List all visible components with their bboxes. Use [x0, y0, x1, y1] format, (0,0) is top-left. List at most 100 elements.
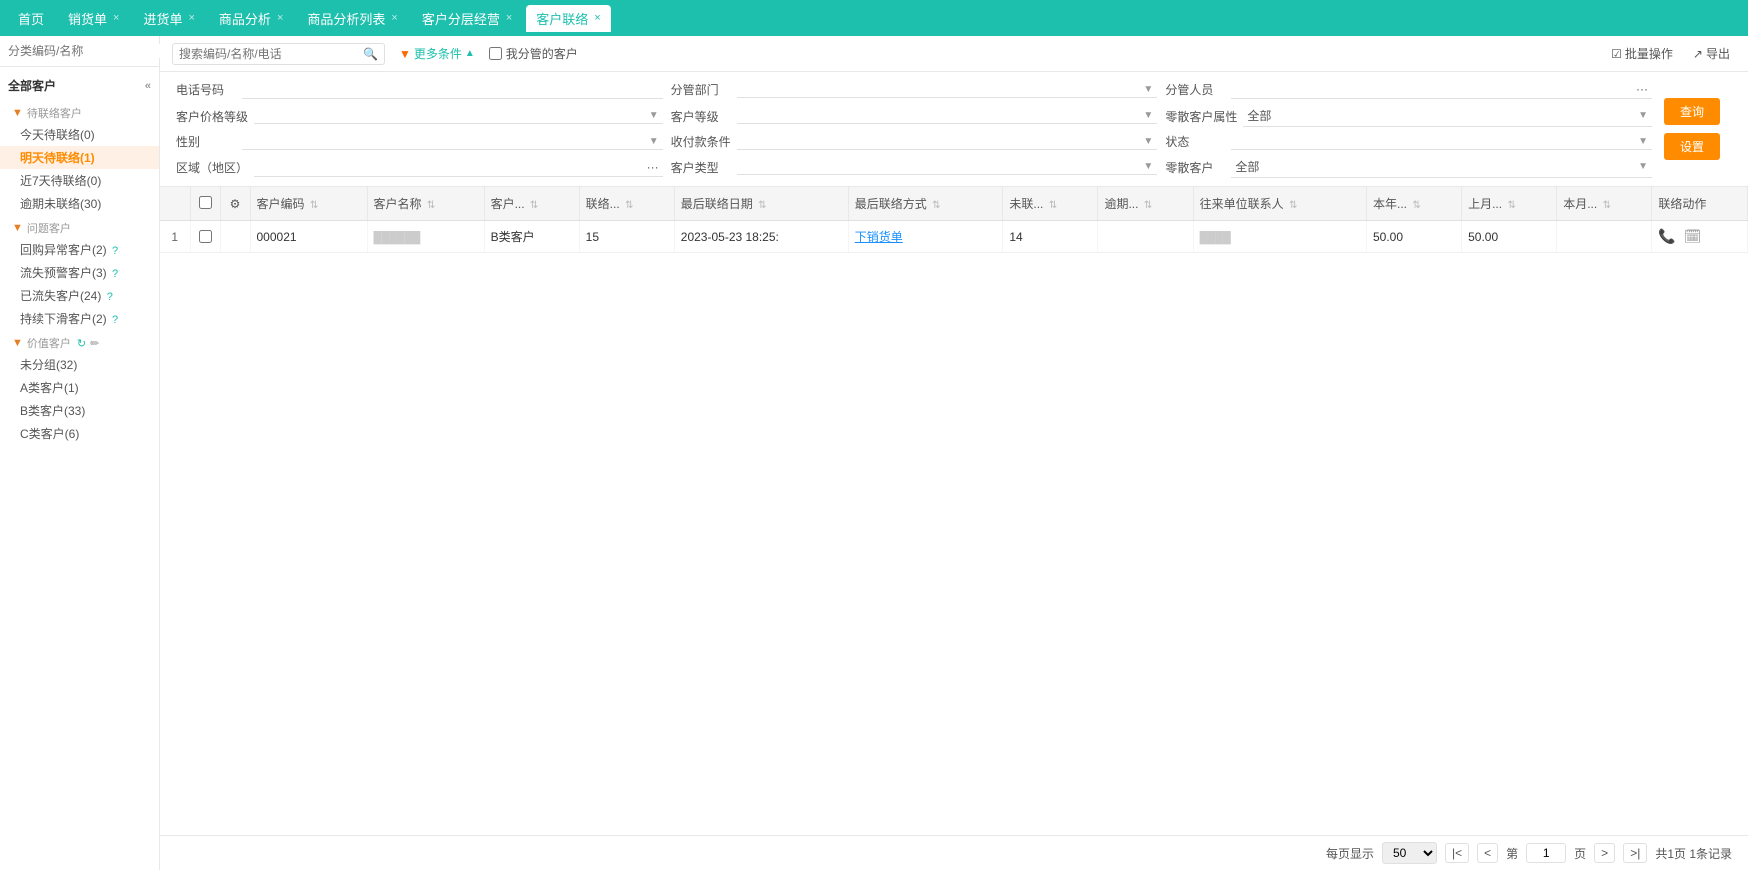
- sidebar-value-group: ▼ 价值客户 ↻ ✏: [0, 330, 159, 353]
- sidebar-declining[interactable]: 持续下滑客户(2) ?: [0, 307, 159, 330]
- col-this-month[interactable]: 本月... ⇅: [1557, 187, 1652, 221]
- main-layout: 🔍 全部客户 « ▼ 待联络客户 今天待联络(0) 明天待联络(1) 近7天待联…: [0, 36, 1748, 870]
- filter-retail-customer-select[interactable]: 全部 ▼: [1231, 156, 1652, 178]
- sidebar-churned[interactable]: 已流失客户(24) ?: [0, 284, 159, 307]
- filter-phone-input[interactable]: [242, 80, 663, 99]
- col-customer-type[interactable]: 客户... ⇅: [484, 187, 579, 221]
- sort-code-icon: ⇅: [310, 200, 318, 211]
- region-more-icon[interactable]: ···: [647, 160, 659, 174]
- call-icon[interactable]: 📞: [1658, 228, 1675, 245]
- nav-close-analysis[interactable]: ×: [277, 12, 283, 24]
- per-page-select[interactable]: 50 100 200: [1382, 842, 1437, 864]
- sidebar-today-contact[interactable]: 今天待联络(0): [0, 123, 159, 146]
- search-icon[interactable]: 🔍: [363, 47, 378, 61]
- filter-region: 区域（地区） ···: [176, 158, 663, 177]
- toolbar-right: ☑ 批量操作 ↗ 导出: [1605, 42, 1736, 65]
- search-input[interactable]: [179, 47, 359, 61]
- filter-price-level-select[interactable]: ▼: [254, 108, 663, 124]
- sort-method-icon: ⇅: [932, 200, 940, 211]
- filter-region-input[interactable]: ···: [254, 158, 663, 177]
- filter-panel: 电话号码 分管部门 ▼ 分管人员: [160, 72, 1748, 187]
- col-no-contact[interactable]: 未联... ⇅: [1003, 187, 1098, 221]
- sidebar-7days-contact[interactable]: 近7天待联络(0): [0, 169, 159, 192]
- nav-customer-contact[interactable]: 客户联络 ×: [526, 5, 610, 32]
- nav-close-sales[interactable]: ×: [113, 12, 119, 24]
- filter-customer-type: 客户类型 ▼: [671, 159, 1158, 176]
- col-contact-count[interactable]: 联络... ⇅: [579, 187, 674, 221]
- nav-home[interactable]: 首页: [8, 5, 54, 32]
- search-wrap: 🔍: [172, 43, 385, 65]
- col-gear[interactable]: ⚙: [220, 187, 250, 221]
- col-action: 联络动作: [1652, 187, 1748, 221]
- page-input[interactable]: [1526, 843, 1566, 863]
- nav-sales-order[interactable]: 销货单 ×: [58, 5, 129, 32]
- filter-gender-select[interactable]: ▼: [242, 134, 663, 150]
- nav-close-contact[interactable]: ×: [594, 12, 600, 24]
- sidebar-a-class[interactable]: A类客户(1): [0, 376, 159, 399]
- cell-gear[interactable]: [220, 221, 250, 253]
- col-last-month[interactable]: 上月... ⇅: [1462, 187, 1557, 221]
- sort-no-contact-icon: ⇅: [1049, 200, 1057, 211]
- sidebar-tomorrow-contact[interactable]: 明天待联络(1): [0, 146, 159, 169]
- customer-table: ⚙ 客户编码 ⇅ 客户名称 ⇅ 客户... ⇅: [160, 187, 1748, 253]
- filter-retail-attr-select[interactable]: 全部 ▼: [1243, 105, 1652, 127]
- query-button[interactable]: 查询: [1664, 98, 1720, 125]
- content-area: 🔍 ▼ 更多条件 ▲ 我分管的客户 ☑ 批量操作 ↗ 导出: [160, 36, 1748, 870]
- sidebar-b-class[interactable]: B类客户(33): [0, 399, 159, 422]
- sidebar-churn-warning[interactable]: 流失预警客户(3) ?: [0, 261, 159, 284]
- filter-status-select[interactable]: ▼: [1231, 134, 1652, 150]
- sidebar-repurchase-abnormal[interactable]: 回购异常客户(2) ?: [0, 238, 159, 261]
- settings-button[interactable]: 设置: [1664, 133, 1720, 160]
- select-all-checkbox[interactable]: [199, 196, 212, 209]
- sidebar-c-class[interactable]: C类客户(6): [0, 422, 159, 445]
- col-overdue[interactable]: 逾期... ⇅: [1098, 187, 1193, 221]
- nav-close-purchase[interactable]: ×: [188, 12, 194, 24]
- cell-last-date: 2023-05-23 18:25:: [674, 221, 848, 253]
- sidebar-overdue-contact[interactable]: 逾期未联络(30): [0, 192, 159, 215]
- more-filter-button[interactable]: ▼ 更多条件 ▲: [393, 42, 481, 65]
- nav-customer-tier[interactable]: 客户分层经营 ×: [412, 5, 522, 32]
- nav-close-analysis-list[interactable]: ×: [391, 12, 397, 24]
- cell-overdue: [1098, 221, 1193, 253]
- cell-last-method[interactable]: 下销货单: [848, 221, 1003, 253]
- col-last-method[interactable]: 最后联络方式 ⇅: [848, 187, 1003, 221]
- next-page-btn[interactable]: >: [1594, 843, 1615, 863]
- filter-payment-select[interactable]: ▼: [737, 134, 1158, 150]
- filter-dept-select[interactable]: ▼: [737, 82, 1158, 98]
- col-customer-name[interactable]: 客户名称 ⇅: [367, 187, 484, 221]
- col-unit-contact[interactable]: 往来单位联系人 ⇅: [1193, 187, 1366, 221]
- col-customer-code[interactable]: 客户编码 ⇅: [250, 187, 367, 221]
- row-checkbox[interactable]: [199, 230, 212, 243]
- col-checkbox[interactable]: [190, 187, 220, 221]
- nav-purchase-order[interactable]: 进货单 ×: [133, 5, 204, 32]
- cell-checkbox[interactable]: [190, 221, 220, 253]
- first-page-btn[interactable]: |<: [1445, 843, 1469, 863]
- nav-close-tier[interactable]: ×: [506, 12, 512, 24]
- manager-more-icon[interactable]: ···: [1636, 82, 1648, 96]
- sidebar-all-customers[interactable]: 全部客户 «: [0, 71, 159, 100]
- nav-product-analysis[interactable]: 商品分析 ×: [209, 5, 293, 32]
- last-page-btn[interactable]: >|: [1623, 843, 1647, 863]
- filter-manager-input[interactable]: ···: [1231, 80, 1652, 99]
- col-last-date[interactable]: 最后联络日期 ⇅: [674, 187, 848, 221]
- filter-price-level: 客户价格等级 ▼: [176, 108, 663, 125]
- schedule-icon[interactable]: 🗓: [1684, 228, 1702, 245]
- cell-customer-type: B类客户: [484, 221, 579, 253]
- my-customer-checkbox[interactable]: [489, 47, 502, 60]
- cell-customer-code: 000021: [250, 221, 367, 253]
- col-this-year[interactable]: 本年... ⇅: [1366, 187, 1461, 221]
- batch-operation-button[interactable]: ☑ 批量操作: [1605, 42, 1679, 65]
- export-button[interactable]: ↗ 导出: [1687, 42, 1736, 65]
- sidebar-search-input[interactable]: [8, 44, 163, 58]
- toolbar: 🔍 ▼ 更多条件 ▲ 我分管的客户 ☑ 批量操作 ↗ 导出: [160, 36, 1748, 72]
- sidebar: 🔍 全部客户 « ▼ 待联络客户 今天待联络(0) 明天待联络(1) 近7天待联…: [0, 36, 160, 870]
- filter-customer-type-select[interactable]: ▼: [737, 159, 1158, 175]
- prev-page-btn[interactable]: <: [1477, 843, 1498, 863]
- my-customer-checkbox-wrap[interactable]: 我分管的客户: [489, 45, 578, 62]
- sort-contact-icon: ⇅: [625, 200, 633, 211]
- sort-lmonth-icon: ⇅: [1507, 200, 1515, 211]
- sort-name-icon: ⇅: [427, 200, 435, 211]
- sidebar-ungrouped[interactable]: 未分组(32): [0, 353, 159, 376]
- filter-customer-level-select[interactable]: ▼: [737, 108, 1158, 124]
- nav-product-analysis-list[interactable]: 商品分析列表 ×: [297, 5, 407, 32]
